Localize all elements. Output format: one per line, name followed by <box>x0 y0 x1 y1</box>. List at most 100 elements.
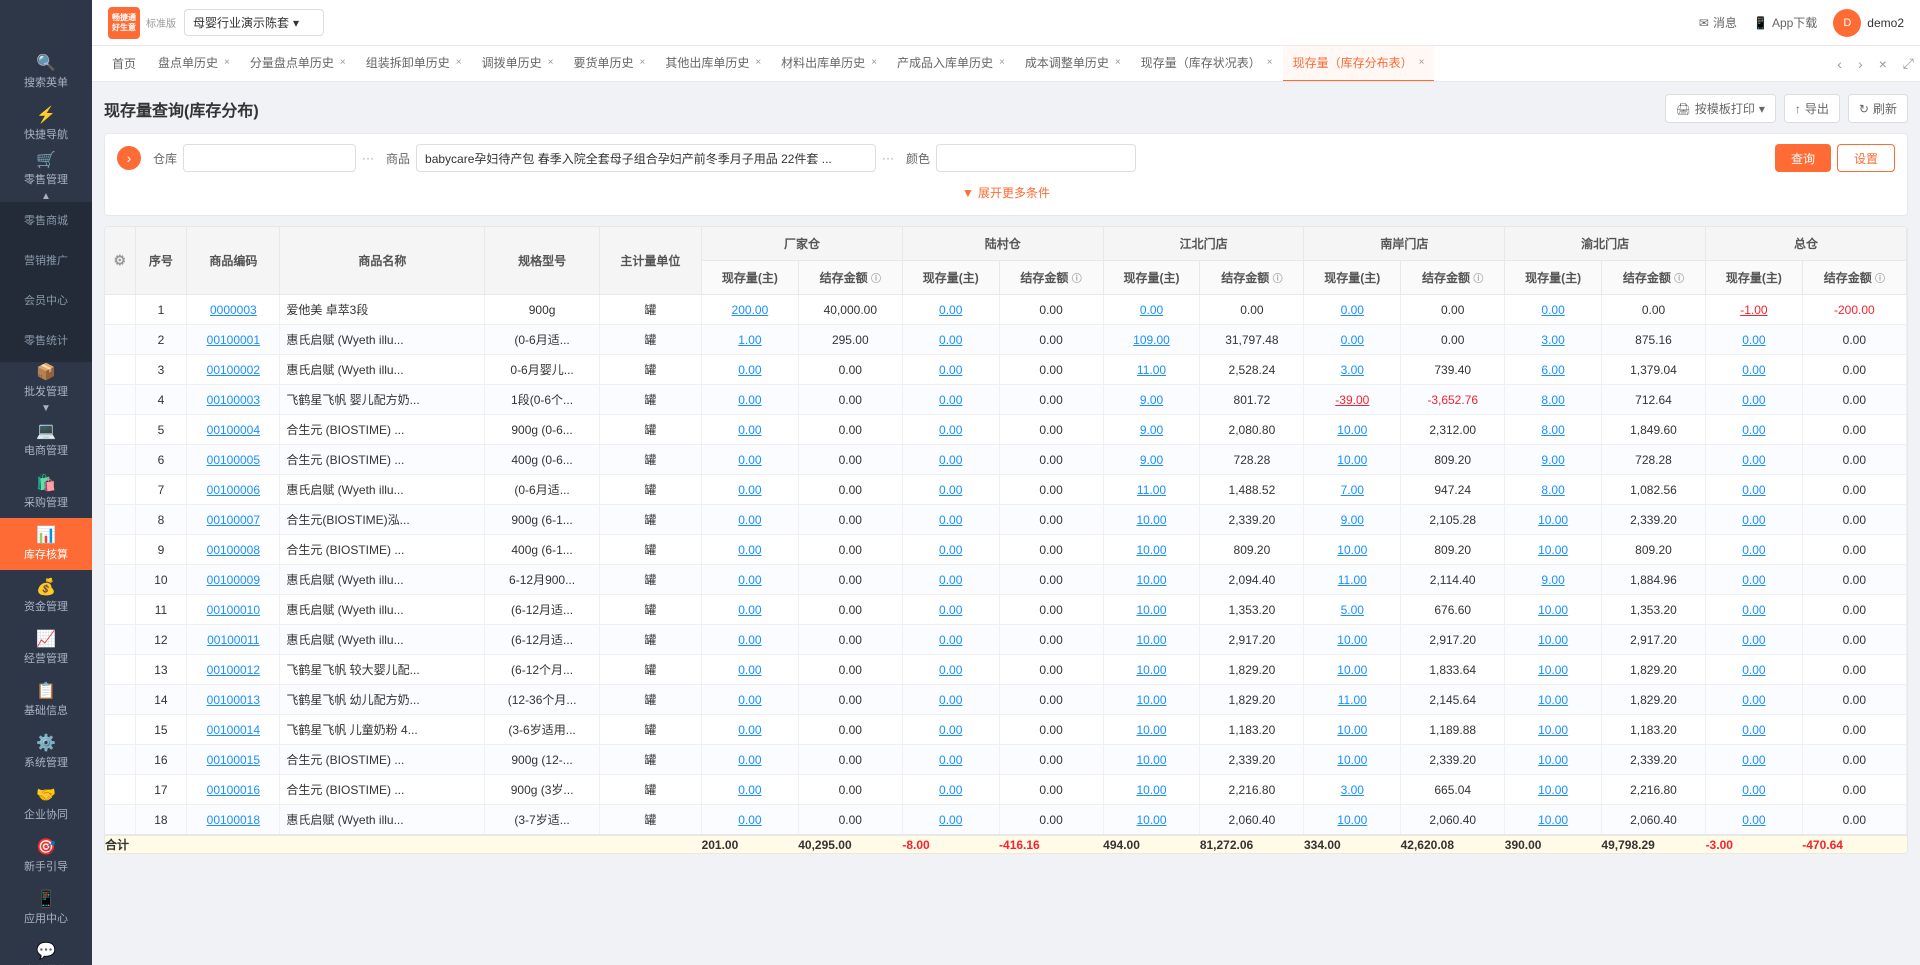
nav-tab-cailiaochuku[interactable]: 材料出库单历史 × <box>771 46 887 82</box>
logo-text: 畅捷通好生意 <box>112 13 136 32</box>
messages-button[interactable]: ✉ 消息 <box>1699 14 1737 31</box>
nav-tab-xiancunfenbu[interactable]: 现存量（库存分布表） × <box>1283 46 1435 82</box>
na-group-header: 南岸门店 <box>1304 227 1505 261</box>
footer-fj-qty: 201.00 <box>702 835 799 853</box>
yb-amt-info-icon[interactable]: ⓘ <box>1674 274 1684 285</box>
footer-label: 合计 <box>105 835 702 853</box>
nav-close-all-icon[interactable]: × <box>1873 56 1893 72</box>
sidebar-item-ecommerce[interactable]: 💻 电商管理 <box>0 414 92 466</box>
app-download-button[interactable]: 📱 App下载 <box>1753 14 1817 31</box>
wholesale-expand-icon: ▼ <box>41 403 51 414</box>
gear-icon[interactable]: ⚙ <box>113 252 126 268</box>
inventory-table: ⚙ 序号 商品编码 商品名称 规格型号 主计量单位 厂家仓 陆村仓 江北门店 南… <box>105 227 1907 853</box>
warehouse-more-icon[interactable]: ··· <box>362 151 374 165</box>
nav-tab-zuchai[interactable]: 组装拆卸单历史 × <box>356 46 472 82</box>
refresh-button[interactable]: ↻ 刷新 <box>1848 94 1908 123</box>
sidebar-item-retail[interactable]: 🛒 零售管理 ▲ <box>0 150 92 202</box>
table-row: 1800100018惠氏启赋 (Wyeth illu...(3-7岁适...罐0… <box>105 805 1907 836</box>
user-profile[interactable]: D demo2 <box>1833 9 1904 37</box>
tab-chengbentiaoz-close[interactable]: × <box>1115 57 1121 68</box>
tab-cailiaochuku-close[interactable]: × <box>871 57 877 68</box>
goods-input[interactable] <box>416 144 876 172</box>
filter-row: › 仓库 ··· 商品 ··· 颜色 查询 设置 <box>117 144 1895 172</box>
color-filter: 颜色 <box>906 144 1136 172</box>
tab-diaobo-close[interactable]: × <box>548 57 554 68</box>
sidebar-item-enterprise[interactable]: 🤝 企业协同 <box>0 778 92 830</box>
export-button[interactable]: ↑ 导出 <box>1784 94 1840 123</box>
table-row: 500100004合生元 (BIOSTIME) ...900g (0-6...罐… <box>105 415 1907 445</box>
sidebar-item-appcenter[interactable]: 📱 应用中心 <box>0 882 92 934</box>
settings-button[interactable]: 设置 <box>1837 144 1895 172</box>
sidebar-item-weixin[interactable]: 💬 企业微信 <box>0 934 92 965</box>
warehouse-input[interactable] <box>183 144 356 172</box>
sidebar-item-system[interactable]: ⚙️ 系统管理 <box>0 726 92 778</box>
sidebar-item-retail-stat[interactable]: 零售统计 <box>0 322 92 362</box>
nav-tab-diaobo[interactable]: 调拨单历史 × <box>472 46 564 82</box>
data-table-container: ⚙ 序号 商品编码 商品名称 规格型号 主计量单位 厂家仓 陆村仓 江北门店 南… <box>104 226 1908 854</box>
refresh-label: 刷新 <box>1873 100 1897 117</box>
sidebar-item-newguide[interactable]: 🎯 新手引导 <box>0 830 92 882</box>
search-icon: 🔍 <box>36 53 56 73</box>
nav-tab-yaohuo[interactable]: 要货单历史 × <box>563 46 655 82</box>
more-filters-button[interactable]: ▼ 展开更多条件 <box>954 180 1058 205</box>
sidebar-item-finance[interactable]: 💰 资金管理 <box>0 570 92 622</box>
sidebar-item-basic[interactable]: 📋 基础信息 <box>0 674 92 726</box>
sidebar-item-wholesale[interactable]: 📦 批发管理 ▼ <box>0 362 92 414</box>
tab-zuchai-close[interactable]: × <box>456 57 462 68</box>
appcenter-label: 应用中心 <box>24 913 68 926</box>
tab-fenpandian-close[interactable]: × <box>340 57 346 68</box>
retail-icon: 🛒 <box>36 150 56 170</box>
sidebar-item-operations[interactable]: 📈 经营管理 <box>0 622 92 674</box>
nav-next-icon[interactable]: › <box>1852 56 1869 72</box>
app-label: App下载 <box>1772 14 1817 31</box>
newguide-icon: 🎯 <box>36 837 56 857</box>
jb-amt-info-icon[interactable]: ⓘ <box>1273 274 1283 285</box>
fj-amt-info-icon[interactable]: ⓘ <box>871 274 881 285</box>
tot-amt-info-icon[interactable]: ⓘ <box>1875 274 1885 285</box>
sidebar-item-purchase[interactable]: 🛍️ 采购管理 <box>0 466 92 518</box>
wholesale-label: 批发管理 <box>24 386 68 399</box>
query-button[interactable]: 查询 <box>1775 144 1831 172</box>
nav-tab-qitachuku[interactable]: 其他出库单历史 × <box>655 46 771 82</box>
fj-qty-header: 现存量(主) <box>702 261 799 295</box>
tot-qty-header: 现存量(主) <box>1706 261 1803 295</box>
nav-tab-chengpinruku[interactable]: 产成品入库单历史 × <box>887 46 1015 82</box>
tab-pandian-close[interactable]: × <box>224 57 230 68</box>
footer-jb-qty: 494.00 <box>1103 835 1200 853</box>
lc-amt-info-icon[interactable]: ⓘ <box>1072 274 1082 285</box>
goods-more-icon[interactable]: ··· <box>882 151 894 165</box>
tab-xiancunqingkuang-close[interactable]: × <box>1267 57 1273 68</box>
na-amt-info-icon[interactable]: ⓘ <box>1473 274 1483 285</box>
purchase-label: 采购管理 <box>24 497 68 510</box>
filter-collapse-btn[interactable]: › <box>117 146 141 170</box>
finance-icon: 💰 <box>36 577 56 597</box>
sidebar-item-inventory[interactable]: 📊 库存核算 <box>0 518 92 570</box>
tab-chengpinruku-close[interactable]: × <box>999 57 1005 68</box>
avatar: D <box>1833 9 1861 37</box>
sidebar-item-member[interactable]: 会员中心 <box>0 282 92 322</box>
lc-group-header: 陆村仓 <box>902 227 1103 261</box>
warehouse-label: 仓库 <box>153 150 177 167</box>
store-selector[interactable]: 母婴行业演示陈套 ▾ <box>184 9 324 36</box>
nav-tab-xiancunqingkuang[interactable]: 现存量（库存状况表） × <box>1131 46 1283 82</box>
tab-xiancunfenbu-close[interactable]: × <box>1419 57 1425 68</box>
sidebar-item-search[interactable]: 🔍 搜索英单 <box>0 46 92 98</box>
print-button[interactable]: 🖨 按模板打印 ▾ <box>1665 94 1776 123</box>
nav-home[interactable]: 首页 <box>100 49 148 78</box>
tot-amt-header: 结存金额 ⓘ <box>1802 261 1906 295</box>
print-label: 按模板打印 <box>1695 100 1755 117</box>
name-col-header: 商品名称 <box>280 227 485 295</box>
nav-tab-pandian[interactable]: 盘点单历史 × <box>148 46 240 82</box>
sidebar-item-quicknav[interactable]: ⚡ 快捷导航 <box>0 98 92 150</box>
tab-yaohuo-close[interactable]: × <box>639 57 645 68</box>
sidebar-item-retail-store[interactable]: 零售商城 <box>0 202 92 242</box>
nav-tab-chengbentiaoz[interactable]: 成本调整单历史 × <box>1015 46 1131 82</box>
nav-tab-fenpandian[interactable]: 分量盘点单历史 × <box>240 46 356 82</box>
sidebar-retail-submenu: 零售商城 营销推广 会员中心 零售统计 <box>0 202 92 362</box>
tab-qitachuku-close[interactable]: × <box>755 57 761 68</box>
nav-expand-icon[interactable]: ⤢ <box>1897 55 1920 72</box>
color-input[interactable] <box>936 144 1136 172</box>
sidebar-item-marketing[interactable]: 营销推广 <box>0 242 92 282</box>
nav-prev-icon[interactable]: ‹ <box>1831 56 1848 72</box>
message-label: 消息 <box>1713 14 1737 31</box>
